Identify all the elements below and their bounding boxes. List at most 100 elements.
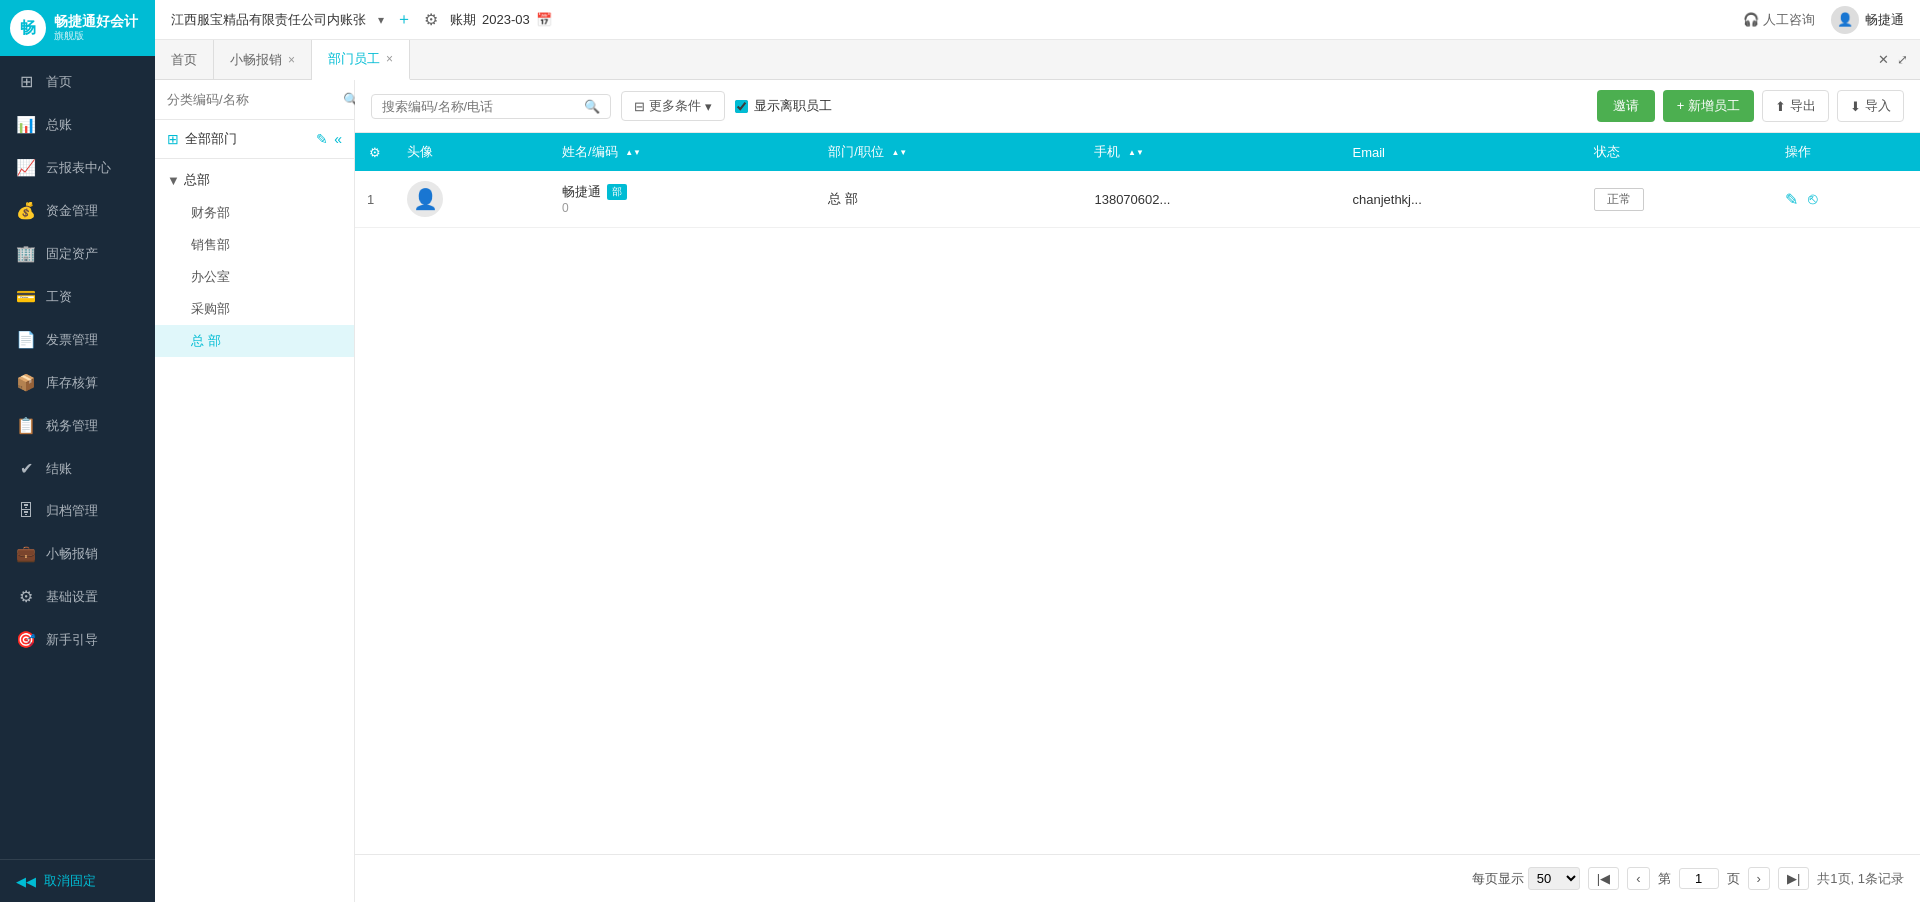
dept-collapse-icon[interactable]: « xyxy=(334,131,342,147)
sort-name-icon: ▲▼ xyxy=(625,148,641,157)
page-label: 第 xyxy=(1658,870,1671,888)
dept-tree-item-finance[interactable]: 财务部 xyxy=(155,197,354,229)
logout-button[interactable]: ⎋ xyxy=(1808,190,1818,209)
sidebar-unpin-button[interactable]: ◀◀ 取消固定 xyxy=(0,859,155,902)
row-status-cell: 正常 xyxy=(1582,171,1773,228)
add-employee-button[interactable]: + 新增员工 xyxy=(1663,90,1754,122)
row-no: 1 xyxy=(355,171,395,228)
logo-text-block: 畅捷通好会计 旗舰版 xyxy=(54,13,138,44)
inventory-icon: 📦 xyxy=(16,373,36,392)
import-icon: ⬇ xyxy=(1850,99,1861,114)
sidebar-logo: 畅 畅捷通好会计 旗舰版 xyxy=(0,0,155,56)
employee-toolbar: 🔍 ⊟ 更多条件 ▾ 显示离职员工 邀请 + 新增员工 ⬆ 导出 xyxy=(355,80,1920,133)
funds-icon: 💰 xyxy=(16,201,36,220)
user-profile[interactable]: 👤 畅捷通 xyxy=(1831,6,1904,34)
sidebar-item-funds[interactable]: 💰 资金管理 xyxy=(0,189,155,232)
page-size-select: 每页显示 50 10 20 100 xyxy=(1472,867,1580,890)
sidebar-item-home[interactable]: ⊞ 首页 xyxy=(0,60,155,103)
all-dept-label: 全部部门 xyxy=(185,130,237,148)
last-page-button[interactable]: ▶| xyxy=(1778,867,1809,890)
tab-expense[interactable]: 小畅报销 × xyxy=(214,40,312,80)
sidebar-item-tax[interactable]: 📋 税务管理 xyxy=(0,404,155,447)
show-resigned-text: 显示离职员工 xyxy=(754,97,832,115)
invite-button[interactable]: 邀请 xyxy=(1597,90,1655,122)
expense-icon: 💼 xyxy=(16,544,36,563)
next-page-button[interactable]: › xyxy=(1748,867,1770,890)
export-button[interactable]: ⬆ 导出 xyxy=(1762,90,1829,122)
expand-icon[interactable]: ⤢ xyxy=(1897,52,1908,67)
employee-table: ⚙ 头像 姓名/编码 ▲▼ 部门/职位 ▲▼ xyxy=(355,133,1920,228)
sidebar-item-general-ledger[interactable]: 📊 总账 xyxy=(0,103,155,146)
sort-phone-icon: ▲▼ xyxy=(1128,148,1144,157)
export-icon: ⬆ xyxy=(1775,99,1786,114)
col-settings[interactable]: ⚙ xyxy=(355,133,395,171)
dept-header-left: ⊞ 全部部门 xyxy=(167,130,237,148)
prev-page-button[interactable]: ‹ xyxy=(1627,867,1649,890)
logo-icon: 畅 xyxy=(10,10,46,46)
sidebar-item-archive[interactable]: 🗄 归档管理 xyxy=(0,490,155,532)
dept-tree-item-parent-head[interactable]: ▼ 总部 xyxy=(155,163,354,197)
main-content: 江西服宝精品有限责任公司内账张 ▾ ＋ ⚙ 账期 2023-03 📅 🎧 人工咨… xyxy=(155,0,1920,902)
tab-employees[interactable]: 部门员工 × xyxy=(312,40,410,80)
dept-tree-item-sales[interactable]: 销售部 xyxy=(155,229,354,261)
employee-search-icon[interactable]: 🔍 xyxy=(584,99,600,114)
dept-badge: 部 xyxy=(607,184,627,200)
first-page-button[interactable]: |◀ xyxy=(1588,867,1619,890)
col-name[interactable]: 姓名/编码 ▲▼ xyxy=(550,133,816,171)
dept-tree: ▼ 总部 财务部 销售部 办公室 采购部 总 部 xyxy=(155,159,354,902)
tab-expense-label: 小畅报销 xyxy=(230,51,282,69)
employee-panel: 🔍 ⊟ 更多条件 ▾ 显示离职员工 邀请 + 新增员工 ⬆ 导出 xyxy=(355,80,1920,902)
filter-label: 更多条件 xyxy=(649,97,701,115)
col-phone[interactable]: 手机 ▲▼ xyxy=(1082,133,1340,171)
page-suffix: 页 xyxy=(1727,870,1740,888)
add-tab-button[interactable]: ＋ xyxy=(396,9,412,30)
dept-tree-item-office[interactable]: 办公室 xyxy=(155,261,354,293)
filter-button[interactable]: ⊟ 更多条件 ▾ xyxy=(621,91,725,121)
dept-edit-icon[interactable]: ✎ xyxy=(316,131,328,147)
dept-tree-item-general[interactable]: 总 部 xyxy=(155,325,354,357)
sidebar-item-settings[interactable]: ⚙ 基础设置 xyxy=(0,575,155,618)
support-button[interactable]: 🎧 人工咨询 xyxy=(1743,11,1815,29)
toolbar-right: 邀请 + 新增员工 ⬆ 导出 ⬇ 导入 xyxy=(1597,90,1904,122)
close-tab-icon[interactable]: ✕ xyxy=(1878,52,1889,67)
checkout-icon: ✔ xyxy=(16,459,36,478)
tab-expense-close[interactable]: × xyxy=(288,53,295,67)
dept-parent-label: 总部 xyxy=(184,171,210,189)
sidebar-item-inventory[interactable]: 📦 库存核算 xyxy=(0,361,155,404)
col-dept[interactable]: 部门/职位 ▲▼ xyxy=(816,133,1082,171)
page-input[interactable] xyxy=(1679,868,1719,889)
dept-tree-item-purchasing[interactable]: 采购部 xyxy=(155,293,354,325)
import-button[interactable]: ⬇ 导入 xyxy=(1837,90,1904,122)
dept-search-input[interactable] xyxy=(167,92,335,107)
row-email-cell: chanjethkj... xyxy=(1340,171,1581,228)
topbar-settings-icon[interactable]: ⚙ xyxy=(424,10,438,29)
sidebar-item-fixed-assets[interactable]: 🏢 固定资产 xyxy=(0,232,155,275)
show-resigned-checkbox[interactable] xyxy=(735,100,748,113)
employee-search-box: 🔍 xyxy=(371,94,611,119)
edit-button[interactable]: ✎ xyxy=(1785,190,1798,209)
avatar: 👤 xyxy=(1831,6,1859,34)
archive-icon: 🗄 xyxy=(16,502,36,520)
show-resigned-label[interactable]: 显示离职员工 xyxy=(735,97,832,115)
company-dropdown[interactable]: ▾ xyxy=(378,13,384,27)
sidebar-item-checkout[interactable]: ✔ 结账 xyxy=(0,447,155,490)
tab-home[interactable]: 首页 xyxy=(155,40,214,80)
tab-employees-close[interactable]: × xyxy=(386,52,393,66)
name-badge: 畅捷通 部 xyxy=(562,183,804,201)
sidebar-item-salary[interactable]: 💳 工资 xyxy=(0,275,155,318)
calendar-icon[interactable]: 📅 xyxy=(536,12,552,27)
sidebar-item-reports[interactable]: 📈 云报表中心 xyxy=(0,146,155,189)
col-email: Email xyxy=(1340,133,1581,171)
employee-email: chanjethkj... xyxy=(1352,192,1421,207)
sidebar-item-guide[interactable]: 🎯 新手引导 xyxy=(0,618,155,661)
dept-header: ⊞ 全部部门 ✎ « xyxy=(155,120,354,159)
employee-table-container: ⚙ 头像 姓名/编码 ▲▼ 部门/职位 ▲▼ xyxy=(355,133,1920,854)
pagination: 每页显示 50 10 20 100 |◀ ‹ 第 页 › ▶| 共1页, 1条记… xyxy=(355,854,1920,902)
page-size-dropdown[interactable]: 50 10 20 100 xyxy=(1528,867,1580,890)
sidebar-item-invoice[interactable]: 📄 发票管理 xyxy=(0,318,155,361)
dept-grid-icon: ⊞ xyxy=(167,131,179,147)
sidebar-item-expense[interactable]: 💼 小畅报销 xyxy=(0,532,155,575)
home-icon: ⊞ xyxy=(16,72,36,91)
employee-search-input[interactable] xyxy=(382,99,578,114)
row-avatar-cell: 👤 xyxy=(395,171,550,228)
